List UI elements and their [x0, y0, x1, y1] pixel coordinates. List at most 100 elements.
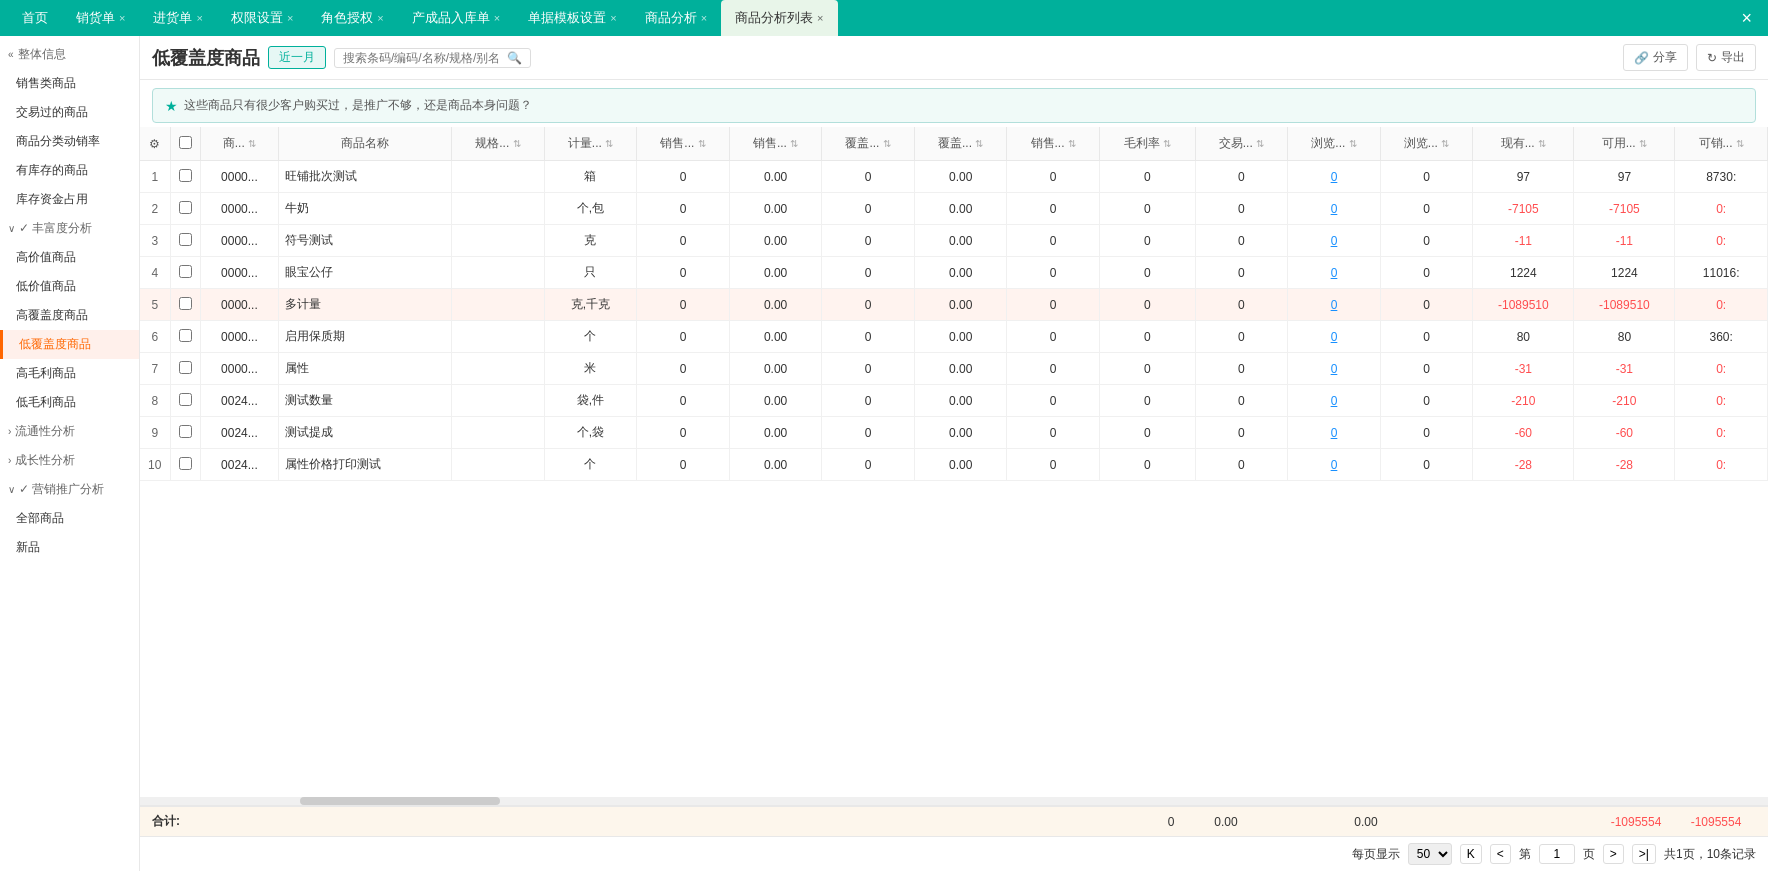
- nav-close-permissions[interactable]: ×: [287, 0, 293, 36]
- sidebar-item-low-coverage[interactable]: 低覆盖度商品: [0, 330, 139, 359]
- row-checkbox[interactable]: [179, 361, 192, 374]
- row-browse1[interactable]: 0: [1288, 193, 1381, 225]
- nav-close-analysis[interactable]: ×: [701, 0, 707, 36]
- sidebar-section-growth[interactable]: › 成长性分析: [0, 446, 139, 475]
- row-checkbox[interactable]: [179, 425, 192, 438]
- nav-close-product-stock[interactable]: ×: [494, 0, 500, 36]
- row-checkbox[interactable]: [179, 393, 192, 406]
- row-checkbox-cell[interactable]: [170, 289, 200, 321]
- nav-close-template[interactable]: ×: [610, 0, 616, 36]
- row-browse1[interactable]: 0: [1288, 321, 1381, 353]
- col-browse1[interactable]: 浏览... ⇅: [1288, 127, 1381, 161]
- col-available[interactable]: 可用... ⇅: [1574, 127, 1675, 161]
- col-cover1[interactable]: 覆盖... ⇅: [822, 127, 915, 161]
- row-checkbox[interactable]: [179, 457, 192, 470]
- col-sales2[interactable]: 销售... ⇅: [729, 127, 822, 161]
- row-browse1[interactable]: 0: [1288, 353, 1381, 385]
- col-profit[interactable]: 毛利率 ⇅: [1099, 127, 1195, 161]
- row-browse2: 0: [1380, 385, 1473, 417]
- row-browse1[interactable]: 0: [1288, 257, 1381, 289]
- row-checkbox[interactable]: [179, 329, 192, 342]
- nav-item-home[interactable]: 首页: [8, 0, 62, 36]
- sidebar-item-high-profit[interactable]: 高毛利商品: [0, 359, 139, 388]
- col-trade[interactable]: 交易... ⇅: [1195, 127, 1288, 161]
- nav-close-sales[interactable]: ×: [119, 0, 125, 36]
- row-checkbox-cell[interactable]: [170, 321, 200, 353]
- row-checkbox[interactable]: [179, 169, 192, 182]
- nav-close-purchase[interactable]: ×: [196, 0, 202, 36]
- export-button[interactable]: ↻ 导出: [1696, 44, 1756, 71]
- col-sales3[interactable]: 销售... ⇅: [1007, 127, 1100, 161]
- share-button[interactable]: 🔗 分享: [1623, 44, 1688, 71]
- nav-close-role[interactable]: ×: [377, 0, 383, 36]
- col-browse2[interactable]: 浏览... ⇅: [1380, 127, 1473, 161]
- row-checkbox[interactable]: [179, 233, 192, 246]
- sidebar-item-category-rate[interactable]: 商品分类动销率: [0, 127, 139, 156]
- prev-page-button[interactable]: <: [1490, 844, 1511, 864]
- sidebar-item-sales-goods[interactable]: 销售类商品: [0, 69, 139, 98]
- sidebar-item-traded-goods[interactable]: 交易过的商品: [0, 98, 139, 127]
- row-browse1[interactable]: 0: [1288, 449, 1381, 481]
- col-sales1[interactable]: 销售... ⇅: [637, 127, 730, 161]
- sidebar-section-flow[interactable]: › 流通性分析: [0, 417, 139, 446]
- scrollbar[interactable]: [140, 797, 1768, 805]
- nav-item-template[interactable]: 单据模板设置 ×: [514, 0, 630, 36]
- col-code[interactable]: 商... ⇅: [200, 127, 279, 161]
- row-checkbox-cell[interactable]: [170, 353, 200, 385]
- nav-item-sales[interactable]: 销货单 ×: [62, 0, 139, 36]
- per-page-select[interactable]: 50: [1408, 843, 1452, 865]
- sidebar-item-new-goods[interactable]: 新品: [0, 533, 139, 562]
- row-checkbox-cell[interactable]: [170, 385, 200, 417]
- row-checkbox-cell[interactable]: [170, 225, 200, 257]
- row-checkbox[interactable]: [179, 201, 192, 214]
- sidebar-section-market[interactable]: ∨ ✓ 营销推广分析: [0, 475, 139, 504]
- row-checkbox-cell[interactable]: [170, 161, 200, 193]
- col-name[interactable]: 商品名称: [279, 127, 452, 161]
- col-settings[interactable]: ⚙: [140, 127, 170, 161]
- table-wrapper[interactable]: ⚙ 商... ⇅ 商品名称 规格... ⇅ 计量... ⇅ 销售... ⇅ 销售…: [140, 127, 1768, 797]
- sidebar-item-high-value[interactable]: 高价值商品: [0, 243, 139, 272]
- row-checkbox[interactable]: [179, 297, 192, 310]
- row-checkbox-cell[interactable]: [170, 193, 200, 225]
- row-checkbox-cell[interactable]: [170, 449, 200, 481]
- sidebar-item-capital-ratio[interactable]: 库存资金占用: [0, 185, 139, 214]
- nav-item-product-stock[interactable]: 产成品入库单 ×: [398, 0, 514, 36]
- col-sellable[interactable]: 可销... ⇅: [1675, 127, 1768, 161]
- page-number-input[interactable]: [1539, 844, 1575, 864]
- col-spec[interactable]: 规格... ⇅: [452, 127, 545, 161]
- next-page-button[interactable]: >: [1603, 844, 1624, 864]
- col-unit[interactable]: 计量... ⇅: [544, 127, 637, 161]
- col-current[interactable]: 现有... ⇅: [1473, 127, 1574, 161]
- nav-item-analysis[interactable]: 商品分析 ×: [631, 0, 721, 36]
- search-input[interactable]: [343, 51, 503, 65]
- sidebar-section-overall[interactable]: « 整体信息: [0, 40, 139, 69]
- row-browse1[interactable]: 0: [1288, 289, 1381, 321]
- window-close-button[interactable]: ×: [1733, 8, 1760, 29]
- row-checkbox-cell[interactable]: [170, 257, 200, 289]
- time-filter-button[interactable]: 近一月: [268, 46, 326, 69]
- row-checkbox-cell[interactable]: [170, 417, 200, 449]
- search-icon[interactable]: 🔍: [507, 51, 522, 65]
- col-checkbox[interactable]: [170, 127, 200, 161]
- row-browse1[interactable]: 0: [1288, 161, 1381, 193]
- nav-item-analysis-list[interactable]: 商品分析列表 ×: [721, 0, 837, 36]
- sidebar-item-low-profit[interactable]: 低毛利商品: [0, 388, 139, 417]
- nav-item-permissions[interactable]: 权限设置 ×: [217, 0, 307, 36]
- sidebar-section-diversity[interactable]: ∨ ✓ 丰富度分析: [0, 214, 139, 243]
- sidebar-item-high-coverage[interactable]: 高覆盖度商品: [0, 301, 139, 330]
- nav-item-purchase[interactable]: 进货单 ×: [139, 0, 216, 36]
- sidebar-item-all-goods[interactable]: 全部商品: [0, 504, 139, 533]
- row-sellable: 0:: [1675, 353, 1768, 385]
- row-browse1[interactable]: 0: [1288, 417, 1381, 449]
- sidebar-item-low-value[interactable]: 低价值商品: [0, 272, 139, 301]
- col-cover2[interactable]: 覆盖... ⇅: [914, 127, 1007, 161]
- row-browse1[interactable]: 0: [1288, 385, 1381, 417]
- last-page-button[interactable]: >|: [1632, 844, 1656, 864]
- select-all-checkbox[interactable]: [179, 136, 192, 149]
- first-page-button[interactable]: K: [1460, 844, 1482, 864]
- row-browse1[interactable]: 0: [1288, 225, 1381, 257]
- row-checkbox[interactable]: [179, 265, 192, 278]
- nav-item-role[interactable]: 角色授权 ×: [307, 0, 397, 36]
- sidebar-item-stocked-goods[interactable]: 有库存的商品: [0, 156, 139, 185]
- nav-close-analysis-list[interactable]: ×: [817, 0, 823, 36]
